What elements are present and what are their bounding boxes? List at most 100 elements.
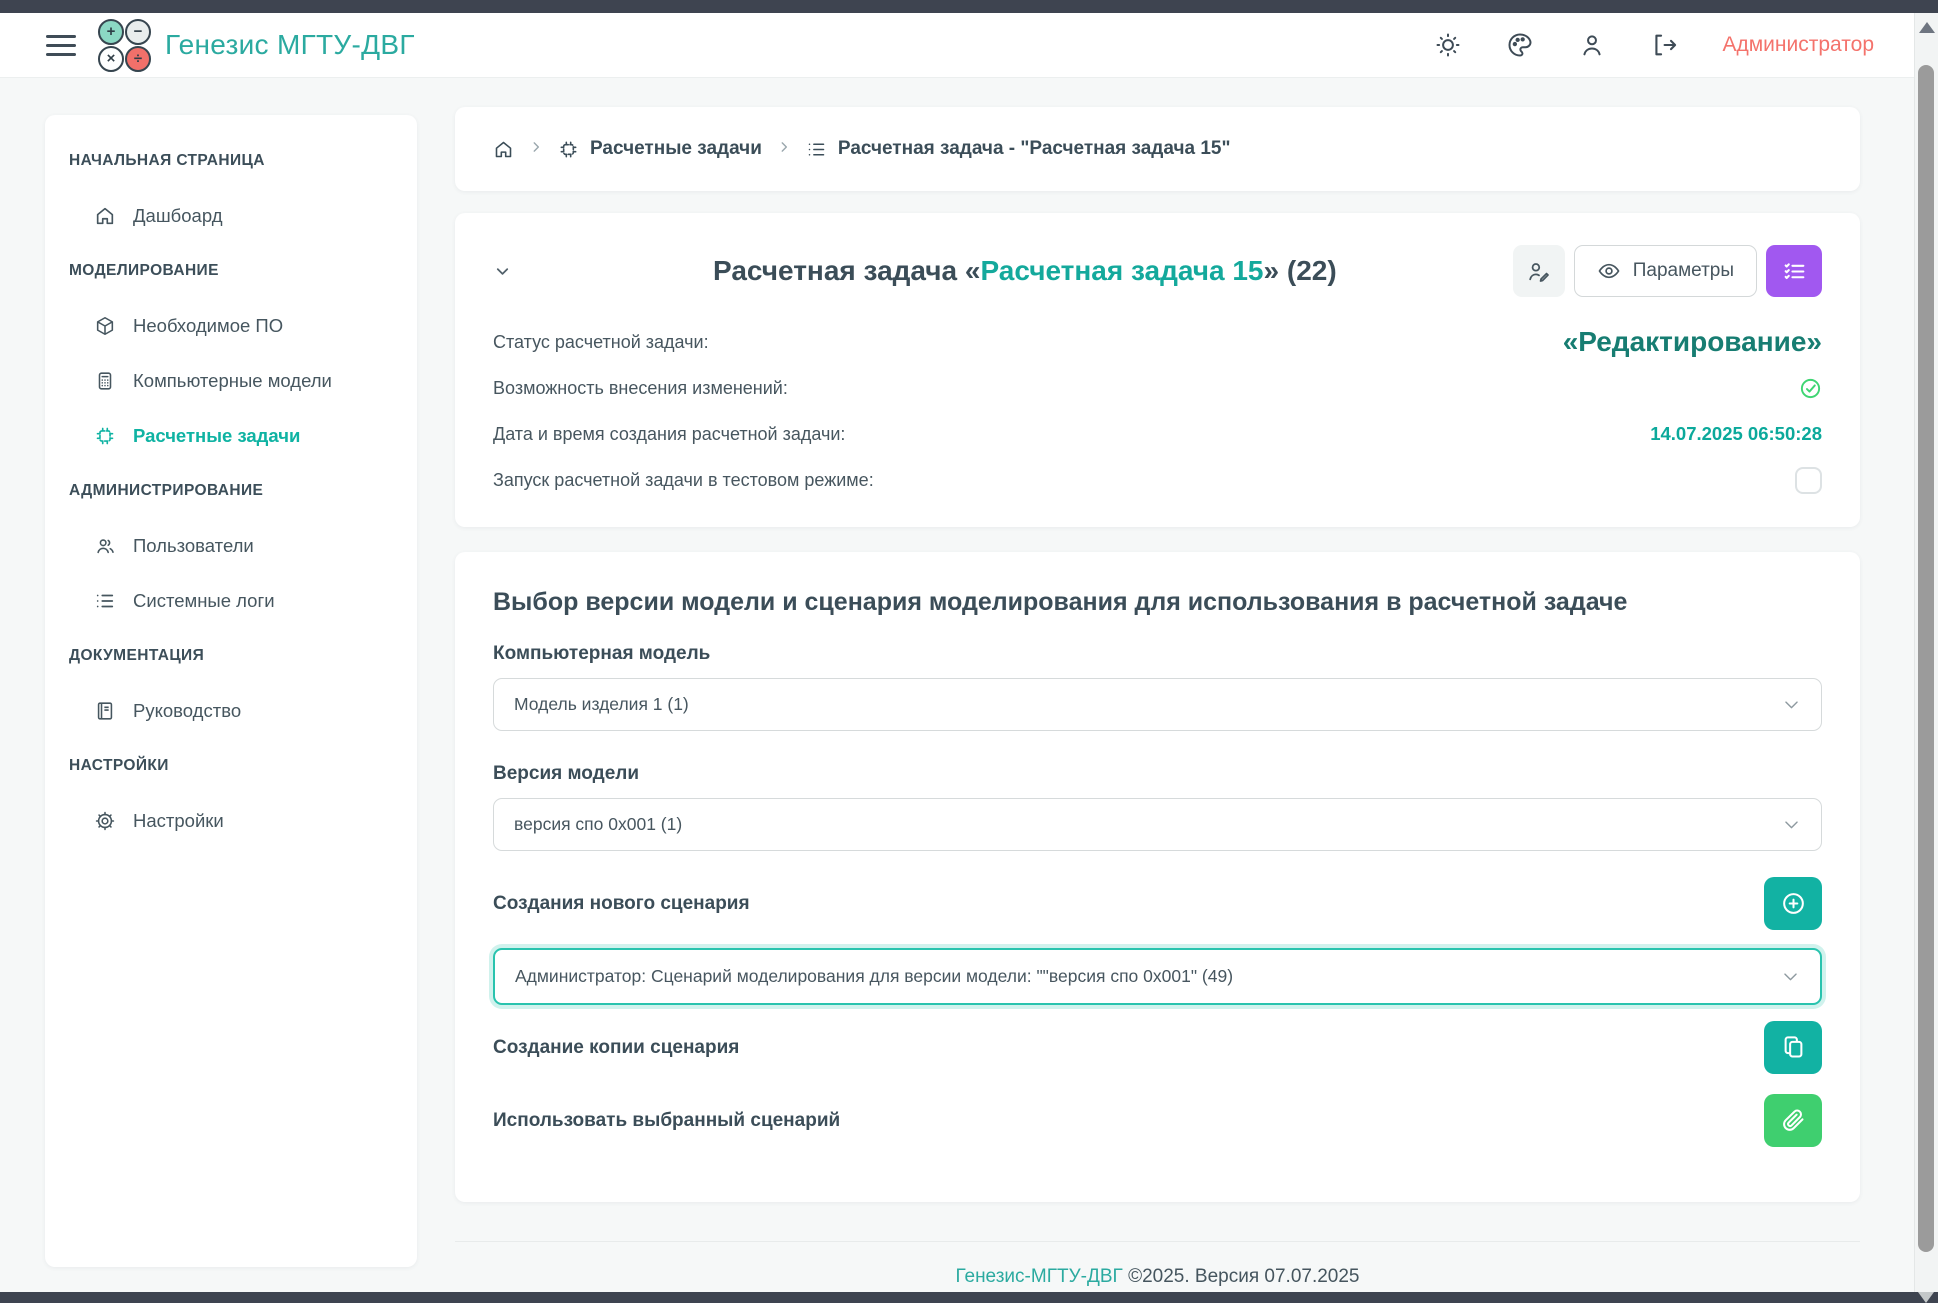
created-value: 14.07.2025 06:50:28	[1650, 423, 1822, 444]
logo-multiply-icon: ×	[98, 45, 124, 72]
logo-minus-icon: −	[125, 18, 151, 45]
scenario-form-card: Выбор версии модели и сценария моделиров…	[455, 552, 1860, 1202]
logo-plus-icon: +	[98, 18, 124, 45]
footer: Генезис-МГТУ-ДВГ ©2025. Версия 07.07.202…	[455, 1241, 1860, 1288]
chevron-down-icon	[1785, 701, 1798, 709]
cpu-chip-icon	[96, 427, 114, 444]
scroll-down-arrow-icon[interactable]	[1918, 1292, 1934, 1303]
breadcrumb-home-link[interactable]	[493, 139, 514, 160]
status-row: Статус расчетной задачи: «Редактирование…	[493, 319, 1822, 365]
user-role[interactable]: Администратор	[1722, 33, 1874, 57]
sidebar-item-users[interactable]: Пользователи	[45, 518, 417, 573]
sidebar-item-label: Настройки	[133, 809, 224, 831]
created-label: Дата и время создания расчетной задачи:	[493, 423, 846, 444]
breadcrumb-tasks-link[interactable]: Расчетные задачи	[558, 138, 762, 160]
sidebar-item-label: Системные логи	[133, 589, 275, 611]
scenario-select[interactable]: Администратор: Сценарий моделирования дл…	[493, 948, 1822, 1005]
sidebar-item-settings[interactable]: Настройки	[45, 793, 417, 848]
sidebar-item-label: Дашбоард	[133, 204, 223, 226]
sidebar-item-system-logs[interactable]: Системные логи	[45, 573, 417, 628]
status-value: «Редактирование»	[1562, 326, 1822, 357]
status-label: Статус расчетной задачи:	[493, 331, 709, 352]
plus-circle-icon	[1782, 893, 1804, 914]
sidebar-item-computer-models[interactable]: Компьютерные модели	[45, 353, 417, 408]
user-edit-icon	[1529, 262, 1550, 282]
editable-label: Возможность внесения изменений:	[493, 377, 788, 398]
breadcrumb: Расчетные задачи Расчетная задача - "Рас…	[455, 107, 1860, 191]
sidebar-item-manual[interactable]: Руководство	[45, 683, 417, 738]
calculator-icon	[98, 371, 112, 390]
model-version-label: Версия модели	[493, 763, 640, 784]
book-icon	[97, 701, 113, 720]
sidebar-item-calculation-tasks[interactable]: Расчетные задачи	[45, 408, 417, 463]
chevron-down-icon	[1784, 973, 1797, 981]
computer-model-value: Модель изделия 1 (1)	[514, 694, 689, 714]
model-version-select[interactable]: версия спо 0x001 (1)	[493, 798, 1822, 851]
home-icon	[96, 207, 114, 224]
parameters-button-label: Параметры	[1632, 260, 1734, 281]
model-version-value: версия спо 0x001 (1)	[514, 814, 683, 834]
sidebar-section-documentation: ДОКУМЕНТАЦИЯ	[69, 646, 205, 664]
use-scenario-button[interactable]	[1764, 1094, 1822, 1147]
sidebar-item-label: Компьютерные модели	[133, 369, 332, 391]
checklist-icon	[1784, 262, 1804, 279]
sidebar-item-dashboard[interactable]: Дашбоард	[45, 188, 417, 243]
chevron-down-icon	[1785, 821, 1798, 829]
task-card: Расчетная задача «Расчетная задача 15» (…	[455, 213, 1860, 527]
sidebar-section-settings: НАСТРОЙКИ	[69, 756, 169, 774]
browser-top-strip	[0, 0, 1938, 13]
paperclip-icon	[1782, 1109, 1804, 1131]
sidebar-item-label: Необходимое ПО	[133, 314, 284, 336]
create-scenario-button[interactable]	[1764, 877, 1822, 930]
task-name: Расчетная задача 15	[980, 255, 1264, 286]
users-icon	[97, 538, 114, 553]
cpu-chip-icon	[560, 141, 577, 157]
breadcrumb-current-page: Расчетная задача - "Расчетная задача 15"	[806, 138, 1231, 160]
edit-user-button[interactable]	[1512, 245, 1565, 297]
task-title: Расчетная задача «Расчетная задача 15» (…	[713, 255, 1337, 286]
test-mode-checkbox[interactable]	[1795, 466, 1822, 494]
test-mode-row: Запуск расчетной задачи в тестовом режим…	[493, 457, 1822, 503]
sidebar-section-modeling: МОДЕЛИРОВАНИЕ	[69, 261, 219, 279]
palette-icon[interactable]	[1506, 31, 1534, 59]
check-circle-icon	[1800, 378, 1821, 398]
copy-scenario-button[interactable]	[1764, 1021, 1822, 1074]
sidebar-item-required-software[interactable]: Необходимое ПО	[45, 298, 417, 353]
logout-icon[interactable]	[1650, 31, 1678, 59]
sidebar-item-label: Расчетные задачи	[133, 424, 301, 446]
created-row: Дата и время создания расчетной задачи: …	[493, 411, 1822, 457]
scroll-up-arrow-icon[interactable]	[1919, 22, 1935, 33]
list-icon	[96, 594, 114, 607]
chevron-right-icon	[777, 140, 791, 159]
form-heading: Выбор версии модели и сценария моделиров…	[493, 588, 1628, 616]
home-icon	[495, 141, 512, 157]
list-icon	[808, 142, 825, 156]
sidebar-section-administration: АДМИНИСТРИРОВАНИЕ	[69, 481, 264, 499]
menu-icon[interactable]	[46, 34, 76, 56]
footer-version-text: ©2025. Версия 07.07.2025	[1128, 1266, 1360, 1287]
copy-scenario-label: Создание копии сценария	[493, 1036, 740, 1058]
copy-icon	[1784, 1036, 1802, 1058]
app-header: + − × ÷ Генезис МГТУ-ДВГ Администратор	[0, 13, 1914, 78]
breadcrumb-label: Расчетная задача - "Расчетная задача 15"	[837, 138, 1231, 159]
footer-brand-link[interactable]: Генезис-МГТУ-ДВГ	[955, 1266, 1122, 1287]
checklist-button[interactable]	[1766, 245, 1822, 297]
editable-row: Возможность внесения изменений:	[493, 365, 1822, 411]
test-mode-label: Запуск расчетной задачи в тестовом режим…	[493, 469, 874, 490]
app-title: Генезис МГТУ-ДВГ	[165, 29, 415, 60]
parameters-button[interactable]: Параметры	[1573, 245, 1757, 297]
breadcrumb-label: Расчетные задачи	[590, 138, 762, 159]
collapse-chevron-icon[interactable]	[493, 262, 537, 281]
new-scenario-label: Создания нового сценария	[493, 892, 750, 914]
chevron-right-icon	[529, 140, 543, 159]
scrollbar-thumb[interactable]	[1918, 65, 1934, 1252]
theme-sun-icon[interactable]	[1434, 31, 1462, 59]
page-scrollbar[interactable]	[1914, 13, 1938, 1292]
profile-icon[interactable]	[1578, 31, 1606, 59]
app-logo: + − × ÷	[98, 18, 151, 72]
scenario-value: Администратор: Сценарий моделирования дл…	[515, 966, 1234, 986]
cube-icon	[96, 316, 114, 335]
sidebar: НАЧАЛЬНАЯ СТРАНИЦА Дашбоард МОДЕЛИРОВАНИ…	[45, 115, 417, 1267]
sidebar-item-label: Руководство	[133, 699, 242, 721]
computer-model-select[interactable]: Модель изделия 1 (1)	[493, 678, 1822, 731]
